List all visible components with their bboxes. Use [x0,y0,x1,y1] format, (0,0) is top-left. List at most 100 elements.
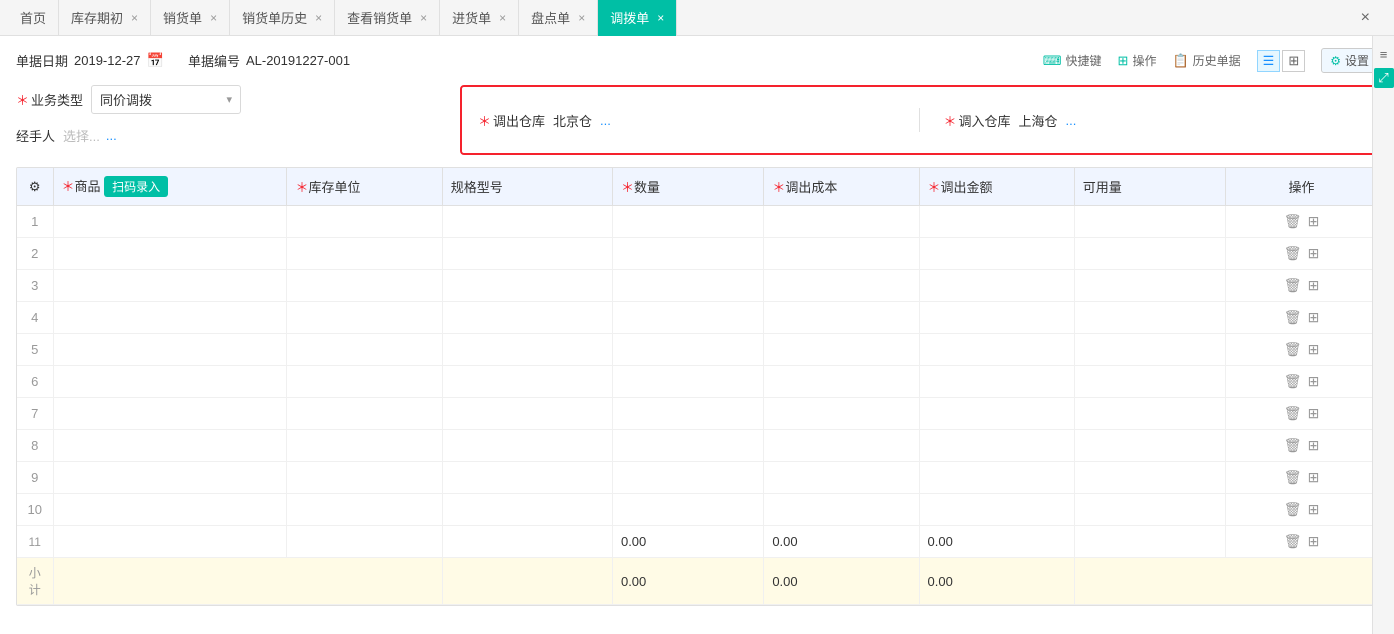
row-cost[interactable] [764,334,919,366]
transfer-out-more-button[interactable]: ... [600,113,611,128]
copy-icon[interactable]: ⊞ [1308,245,1320,262]
tab-inventory-count-close[interactable]: × [578,11,585,25]
row-cost[interactable] [764,270,919,302]
row-product[interactable] [53,366,287,398]
delete-icon[interactable]: 🗑 [1284,341,1302,358]
copy-icon[interactable]: ⊞ [1308,309,1320,326]
row-spec[interactable] [442,206,612,238]
row-qty[interactable] [612,270,763,302]
delete-icon[interactable]: 🗑 [1284,405,1302,422]
row-amount[interactable] [919,494,1074,526]
copy-icon[interactable]: ⊞ [1308,341,1320,358]
row-product[interactable] [53,238,287,270]
delete-icon[interactable]: 🗑 [1284,437,1302,454]
delete-icon[interactable]: 🗑 [1284,245,1302,262]
row-amount[interactable] [919,398,1074,430]
row-spec[interactable] [442,366,612,398]
delete-icon[interactable]: 🗑 [1284,501,1302,518]
row-available[interactable] [1074,238,1225,270]
row-qty[interactable] [612,366,763,398]
row-qty[interactable] [612,238,763,270]
row-available[interactable] [1074,366,1225,398]
operator-placeholder[interactable]: 选择... [63,126,100,145]
copy-icon[interactable]: ⊞ [1308,405,1320,422]
tab-view-sales[interactable]: 查看销货单 × [335,0,440,36]
tab-transfer-order-close[interactable]: × [657,11,664,25]
row-amount[interactable] [919,206,1074,238]
scan-button[interactable]: 扫码录入 [104,176,168,197]
row-unit[interactable] [287,398,442,430]
row-cost[interactable] [764,238,919,270]
row-spec[interactable] [442,430,612,462]
sidebar-list-icon[interactable]: ≡ [1374,44,1394,64]
row-spec[interactable] [442,238,612,270]
sidebar-expand-icon[interactable]: ⤢ [1374,68,1394,88]
row-amount[interactable] [919,366,1074,398]
tab-sales-history[interactable]: 销货单历史 × [230,0,335,36]
row-product[interactable] [53,206,287,238]
row-unit[interactable] [287,270,442,302]
row-unit[interactable] [287,334,442,366]
calendar-icon[interactable]: 📅 [147,52,164,69]
copy-icon[interactable]: ⊞ [1308,469,1320,486]
view-grid-button[interactable]: ⊞ [1282,50,1305,72]
subtotal-copy-icon[interactable]: ⊞ [1308,533,1320,550]
copy-icon[interactable]: ⊞ [1308,501,1320,518]
row-amount[interactable] [919,270,1074,302]
row-product[interactable] [53,462,287,494]
row-cost[interactable] [764,206,919,238]
row-cost[interactable] [764,366,919,398]
row-qty[interactable] [612,494,763,526]
row-unit[interactable] [287,494,442,526]
biz-type-select[interactable]: 同价调拨 ▾ [91,85,241,114]
row-cost[interactable] [764,302,919,334]
row-cost[interactable] [764,462,919,494]
row-spec[interactable] [442,462,612,494]
settings-button[interactable]: ⚙ 设置 [1321,48,1378,73]
row-product[interactable] [53,494,287,526]
row-unit[interactable] [287,206,442,238]
subtotal-delete-icon[interactable]: 🗑 [1284,533,1302,550]
row-product[interactable] [53,334,287,366]
row-product[interactable] [53,270,287,302]
tab-purchase-order[interactable]: 进货单 × [440,0,519,36]
row-qty[interactable] [612,398,763,430]
row-spec[interactable] [442,398,612,430]
row-unit[interactable] [287,302,442,334]
row-available[interactable] [1074,302,1225,334]
row-spec[interactable] [442,334,612,366]
row-available[interactable] [1074,430,1225,462]
row-unit[interactable] [287,238,442,270]
row-unit[interactable] [287,462,442,494]
delete-icon[interactable]: 🗑 [1284,373,1302,390]
transfer-in-more-button[interactable]: ... [1066,113,1077,128]
copy-icon[interactable]: ⊞ [1308,373,1320,390]
copy-icon[interactable]: ⊞ [1308,277,1320,294]
operation-button[interactable]: ⊞ 操作 [1118,52,1157,69]
row-cost[interactable] [764,494,919,526]
tab-inventory-count[interactable]: 盘点单 × [519,0,598,36]
delete-icon[interactable]: 🗑 [1284,469,1302,486]
row-unit[interactable] [287,366,442,398]
row-available[interactable] [1074,398,1225,430]
history-button[interactable]: 📋 历史单据 [1172,52,1240,69]
tab-sales-history-close[interactable]: × [315,11,322,25]
row-available[interactable] [1074,462,1225,494]
row-unit[interactable] [287,430,442,462]
tab-inventory-init-close[interactable]: × [131,11,138,25]
delete-icon[interactable]: 🗑 [1284,277,1302,294]
row-amount[interactable] [919,462,1074,494]
row-available[interactable] [1074,270,1225,302]
row-amount[interactable] [919,302,1074,334]
row-available[interactable] [1074,494,1225,526]
row-qty[interactable] [612,334,763,366]
delete-icon[interactable]: 🗑 [1284,213,1302,230]
row-qty[interactable] [612,206,763,238]
row-cost[interactable] [764,398,919,430]
row-available[interactable] [1074,206,1225,238]
tab-sales-order-close[interactable]: × [210,11,217,25]
row-spec[interactable] [442,270,612,302]
gear-icon[interactable]: ⚙ [29,179,41,194]
row-product[interactable] [53,430,287,462]
row-cost[interactable] [764,430,919,462]
